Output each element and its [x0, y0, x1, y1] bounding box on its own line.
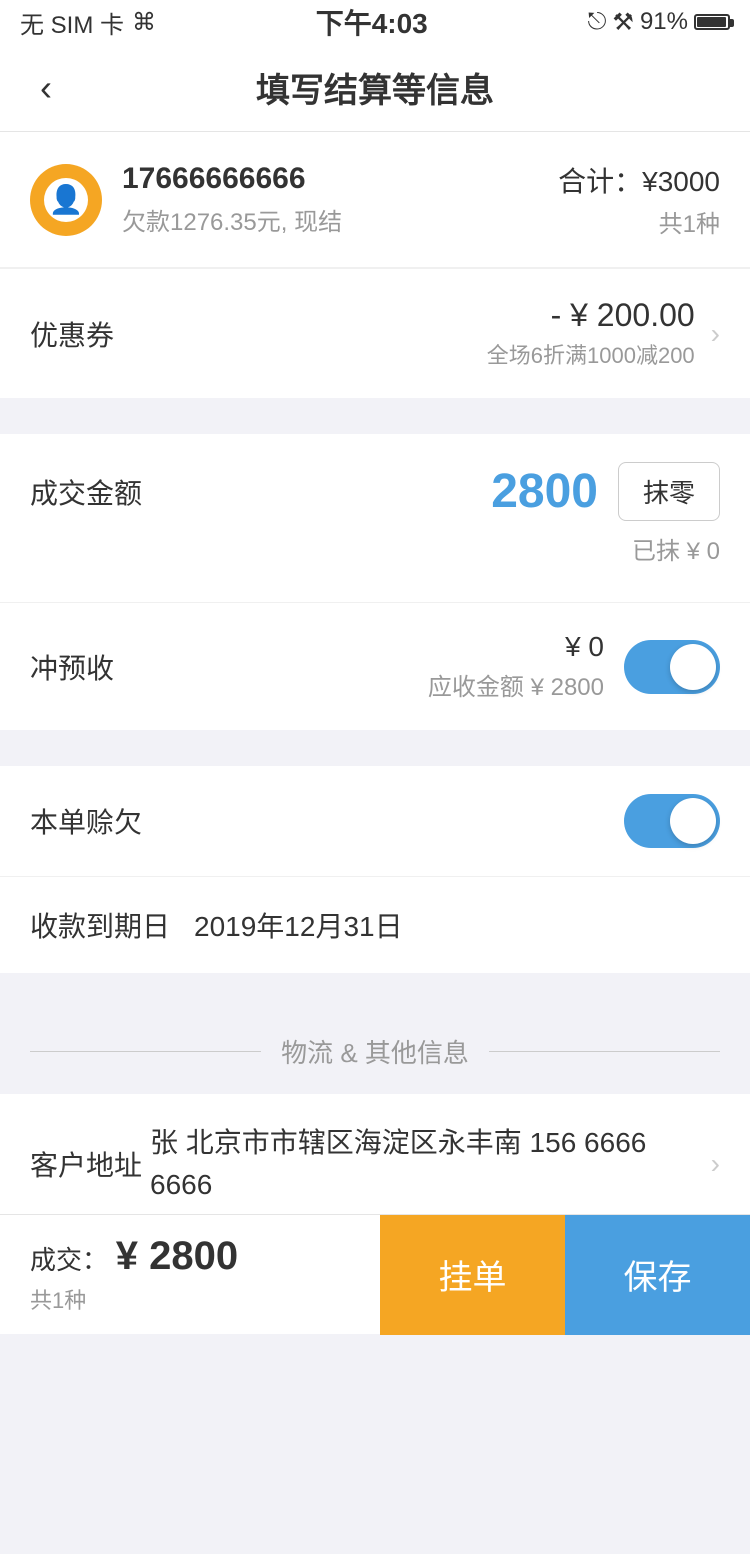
- toggle-knob: [670, 644, 716, 690]
- status-time: 下午4:03: [316, 2, 428, 42]
- prepay-receivable: 应收金额 ¥ 2800: [428, 667, 604, 702]
- save-button[interactable]: 保存: [565, 1215, 750, 1335]
- logistics-text: 物流 & 其他信息: [261, 1033, 489, 1070]
- address-label: 客户地址: [30, 1144, 150, 1184]
- bad-debt-toggle[interactable]: [624, 794, 720, 848]
- sim-text: 无 SIM 卡: [20, 5, 124, 40]
- bad-debt-section: 本单赊欠: [0, 766, 750, 876]
- due-date-section: 收款到期日 2019年12月31日: [0, 876, 750, 973]
- address-value: 张 北京市市辖区海淀区永丰南 156 6666 6666: [150, 1122, 695, 1206]
- logistics-line-right: [489, 1051, 720, 1052]
- address-section[interactable]: 客户地址 张 北京市市辖区海淀区永丰南 156 6666 6666 ›: [0, 1094, 750, 1234]
- deal-label: 成交金额: [30, 472, 142, 512]
- coupon-discount: - ¥ 200.00: [487, 297, 695, 334]
- address-arrow-icon: ›: [711, 1148, 720, 1180]
- bad-debt-toggle-knob: [670, 798, 716, 844]
- round-button[interactable]: 抹零: [618, 462, 720, 521]
- bottom-bar: 成交： ¥ 2800 共1种 挂单 保存: [0, 1214, 750, 1334]
- customer-phone: 17666666666: [122, 162, 558, 196]
- deal-amount-right: 2800 抹零: [491, 462, 720, 521]
- prepay-row: 冲预收 ¥ 0 应收金额 ¥ 2800: [30, 631, 720, 702]
- status-bar: 无 SIM 卡 ⌘ 下午4:03 ⎋ ⚒ 91%: [0, 0, 750, 44]
- location-icon: ⎋: [587, 8, 606, 36]
- prepay-amount: ¥ 0: [428, 631, 604, 663]
- bottom-count: 共1种: [30, 1283, 350, 1315]
- page-title: 填写结算等信息: [256, 63, 494, 112]
- prepay-toggle[interactable]: [624, 640, 720, 694]
- coupon-desc: 全场6折满1000减200: [487, 338, 695, 370]
- divider-1: [0, 414, 750, 434]
- status-left: 无 SIM 卡 ⌘: [20, 5, 156, 40]
- wifi-icon: ⌘: [132, 8, 156, 37]
- prepay-amount-block: ¥ 0 应收金额 ¥ 2800: [428, 631, 604, 702]
- back-button[interactable]: ‹: [30, 57, 62, 119]
- customer-card: 👤 17666666666 欠款1276.35元, 现结 合计：¥3000 共1…: [0, 132, 750, 398]
- coupon-row[interactable]: 优惠券 - ¥ 200.00 全场6折满1000减200 ›: [0, 268, 750, 398]
- bottom-info: 成交： ¥ 2800 共1种: [0, 1234, 380, 1315]
- divider-2: [0, 730, 750, 750]
- deal-sub-text: 已抹 ¥ 0: [30, 531, 720, 566]
- coupon-right: - ¥ 200.00 全场6折满1000减200: [487, 297, 695, 370]
- total-amount: 合计：¥3000: [558, 160, 720, 200]
- avatar: 👤: [30, 164, 102, 236]
- nav-bar: ‹ 填写结算等信息: [0, 44, 750, 132]
- bottom-deal-label: 成交：: [30, 1245, 108, 1275]
- customer-info: 17666666666 欠款1276.35元, 现结: [122, 162, 558, 237]
- bottom-deal-line: 成交： ¥ 2800: [30, 1234, 350, 1279]
- alarm-icon: ⚒: [612, 8, 634, 37]
- logistics-line-left: [30, 1051, 261, 1052]
- bottom-amount: ¥ 2800: [116, 1234, 238, 1278]
- prepay-right: ¥ 0 应收金额 ¥ 2800: [428, 631, 720, 702]
- coupon-arrow-icon: ›: [711, 318, 720, 350]
- customer-total: 合计：¥3000 共1种: [558, 160, 720, 239]
- coupon-label: 优惠券: [30, 314, 487, 354]
- hang-button[interactable]: 挂单: [380, 1215, 565, 1335]
- deal-row: 成交金额 2800 抹零: [30, 462, 720, 521]
- total-count: 共1种: [558, 204, 720, 239]
- battery-percent: 91%: [640, 8, 688, 36]
- status-right: ⎋ ⚒ 91%: [587, 8, 730, 37]
- divider-3: [0, 973, 750, 993]
- content-area: 👤 17666666666 欠款1276.35元, 现结 合计：¥3000 共1…: [0, 132, 750, 1554]
- avatar-icon: 👤: [44, 178, 88, 222]
- logistics-divider: 物流 & 其他信息: [0, 1009, 750, 1094]
- deal-section: 成交金额 2800 抹零 已抹 ¥ 0: [0, 434, 750, 602]
- due-date-value: 2019年12月31日: [194, 905, 403, 945]
- prepay-label: 冲预收: [30, 647, 114, 687]
- bad-debt-label: 本单赊欠: [30, 801, 142, 841]
- prepay-section: 冲预收 ¥ 0 应收金额 ¥ 2800: [0, 602, 750, 730]
- deal-amount-num: 2800: [491, 464, 598, 519]
- customer-row: 👤 17666666666 欠款1276.35元, 现结 合计：¥3000 共1…: [0, 132, 750, 268]
- customer-debt: 欠款1276.35元, 现结: [122, 202, 558, 237]
- due-date-label: 收款到期日: [30, 905, 170, 945]
- battery-icon: [694, 14, 730, 30]
